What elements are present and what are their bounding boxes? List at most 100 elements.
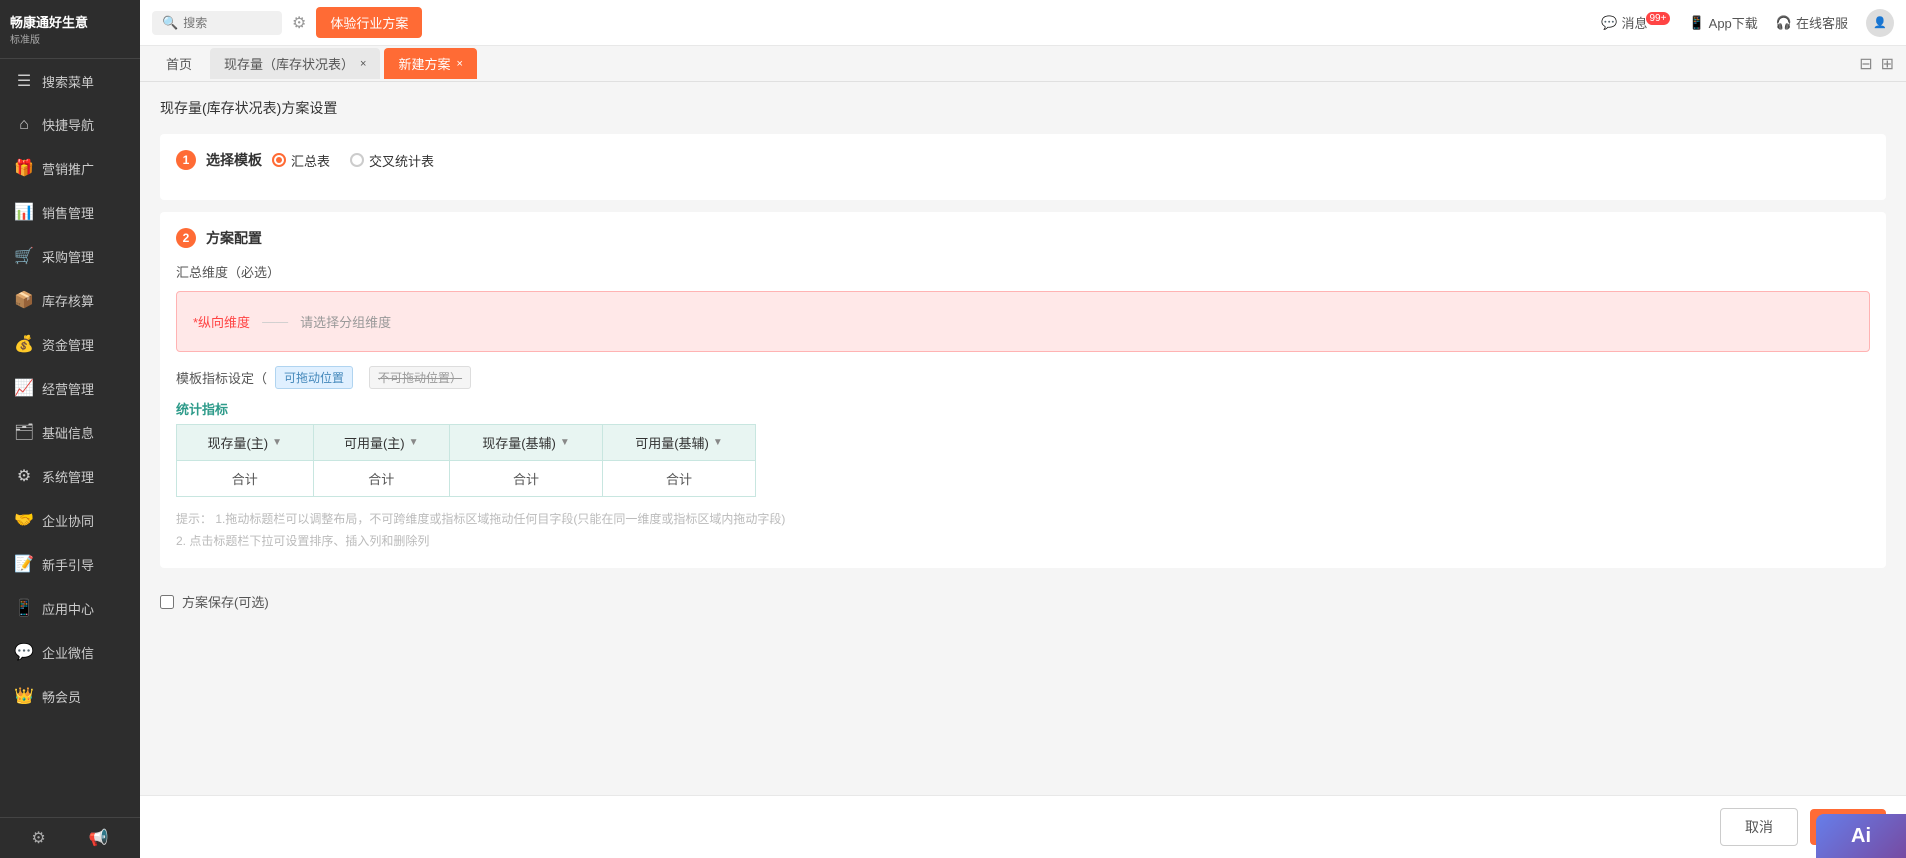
save-section: 方案保存(可选) xyxy=(160,580,1886,623)
tab-home[interactable]: 首页 xyxy=(152,48,206,79)
footer: 取消 查询 xyxy=(140,795,1906,858)
save-checkbox[interactable] xyxy=(160,595,174,609)
sidebar-item-wechat[interactable]: 💬 企业微信 xyxy=(0,630,140,674)
settings-footer-icon[interactable]: ⚙ xyxy=(31,828,45,848)
stat-cell-0-1: 合计 xyxy=(313,461,450,497)
tab-new-scheme-close[interactable]: × xyxy=(456,58,462,70)
sales-icon: 📊 xyxy=(14,202,34,222)
headset-icon: 🎧 xyxy=(1776,15,1792,31)
message-badge: 99+ xyxy=(1646,12,1671,25)
stat-col-header-3[interactable]: 可用量(基辅) ▼ xyxy=(602,425,755,461)
stat-col-header-1-label: 可用量(主) xyxy=(344,433,405,452)
sidebar-item-member[interactable]: 👑 畅会员 xyxy=(0,674,140,718)
step1-badge: 1 xyxy=(176,150,196,170)
stat-col-header-1[interactable]: 可用量(主) ▼ xyxy=(313,425,450,461)
stat-col-header-0[interactable]: 现存量(主) ▼ xyxy=(177,425,314,461)
sidebar: 畅康通好生意 标准版 ☰ 搜索菜单 ⌂ 快捷导航 🎁 营销推广 📊 销售管理 🛒… xyxy=(0,0,140,858)
hints-area: 提示： 1.拖动标题栏可以调整布局，不可跨维度或指标区域拖动任何目字段(只能在同… xyxy=(176,509,1870,552)
app-download-icon: 📱 xyxy=(1688,15,1704,31)
avatar[interactable]: 👤 xyxy=(1866,9,1894,37)
sidebar-item-purchase[interactable]: 🛒 采购管理 xyxy=(0,234,140,278)
tab-expand-icon[interactable]: ⊞ xyxy=(1881,54,1894,74)
cancel-button[interactable]: 取消 xyxy=(1720,808,1798,846)
trial-button[interactable]: 体验行业方案 xyxy=(316,7,422,38)
vertical-dim-placeholder: 请选择分组维度 xyxy=(300,312,391,331)
col2-arrow-icon: ▼ xyxy=(560,437,570,448)
stat-col-header-3-label: 可用量(基辅) xyxy=(635,433,709,452)
sidebar-item-inventory[interactable]: 📦 库存核算 xyxy=(0,278,140,322)
col3-arrow-icon: ▼ xyxy=(713,437,723,448)
operations-icon: 📈 xyxy=(14,378,34,398)
app-title: 畅康通好生意 xyxy=(10,12,130,31)
tab-minimize-icon[interactable]: ⊟ xyxy=(1859,54,1872,74)
tab-inventory-status[interactable]: 现存量（库存状况表） × xyxy=(210,48,380,79)
indicator-section: 模板指标设定（ 可拖动位置 不可拖动位置） 统计指标 现存量(主) ▼ xyxy=(176,366,1870,552)
tab-inventory-status-label: 现存量（库存状况表） xyxy=(224,54,354,73)
sidebar-item-enterprise[interactable]: 🤝 企业协同 xyxy=(0,498,140,542)
inventory-icon: 📦 xyxy=(14,290,34,310)
sidebar-item-app-center[interactable]: 📱 应用中心 xyxy=(0,586,140,630)
radio-summary[interactable]: 汇总表 xyxy=(272,151,330,170)
tabs-bar: 首页 现存量（库存状况表） × 新建方案 × ⊟ ⊞ xyxy=(140,46,1906,82)
indicator-settings-text: 模板指标设定（ xyxy=(176,368,267,387)
topbar-search[interactable]: 🔍 xyxy=(152,11,282,35)
sidebar-item-newbie[interactable]: 📝 新手引导 xyxy=(0,542,140,586)
indicator-settings-label: 模板指标设定（ 可拖动位置 不可拖动位置） xyxy=(176,366,1870,389)
ai-label: Ai xyxy=(1851,825,1871,848)
page-title: 现存量(库存状况表)方案设置 xyxy=(160,98,1886,118)
stat-cell-0-3: 合计 xyxy=(602,461,755,497)
save-label: 方案保存(可选) xyxy=(182,592,269,611)
step1-header: 1 选择模板 汇总表 交叉统计表 xyxy=(176,150,1870,170)
sidebar-item-inventory-label: 库存核算 xyxy=(42,291,94,310)
sidebar-item-purchase-label: 采购管理 xyxy=(42,247,94,266)
vertical-dim-dash: —— xyxy=(262,314,288,329)
topbar-right: 💬 消息 99+ 📱 App下载 🎧 在线客服 👤 xyxy=(1601,9,1894,37)
sidebar-item-quick-nav[interactable]: ⌂ 快捷导航 xyxy=(0,103,140,146)
search-menu-icon: ☰ xyxy=(14,71,34,91)
speaker-footer-icon[interactable]: 📢 xyxy=(89,828,109,848)
sidebar-item-sales[interactable]: 📊 销售管理 xyxy=(0,190,140,234)
app-logo: 畅康通好生意 标准版 xyxy=(0,0,140,59)
customer-service-label: 在线客服 xyxy=(1796,13,1848,32)
sidebar-item-operations-label: 经营管理 xyxy=(42,379,94,398)
topbar-gear-icon[interactable]: ⚙ xyxy=(292,13,306,33)
sidebar-item-system[interactable]: ⚙ 系统管理 xyxy=(0,454,140,498)
message-label: 消息 xyxy=(1621,13,1647,32)
radio-cross[interactable]: 交叉统计表 xyxy=(350,151,434,170)
app-version: 标准版 xyxy=(10,31,130,46)
app-center-icon: 📱 xyxy=(14,598,34,618)
sidebar-item-finance[interactable]: 💰 资金管理 xyxy=(0,322,140,366)
system-icon: ⚙ xyxy=(14,466,34,486)
stat-cell-0-0: 合计 xyxy=(177,461,314,497)
sidebar-item-search-menu[interactable]: ☰ 搜索菜单 xyxy=(0,59,140,103)
avatar-text: 👤 xyxy=(1873,16,1887,29)
unmovable-toggle: 不可拖动位置） xyxy=(369,366,471,389)
vertical-dim-required: *纵向维度 xyxy=(193,312,250,331)
stat-col-header-2[interactable]: 现存量(基辅) ▼ xyxy=(450,425,603,461)
step2-section: 2 方案配置 汇总维度（必选） *纵向维度 —— 请选择分组维度 模板指标设定（… xyxy=(160,212,1886,568)
sidebar-item-operations[interactable]: 📈 经营管理 xyxy=(0,366,140,410)
sidebar-item-app-center-label: 应用中心 xyxy=(42,599,94,618)
sidebar-item-marketing[interactable]: 🎁 营销推广 xyxy=(0,146,140,190)
radio-cross-label: 交叉统计表 xyxy=(369,151,434,170)
message-item[interactable]: 💬 消息 99+ xyxy=(1601,13,1670,32)
sidebar-item-member-label: 畅会员 xyxy=(42,687,81,706)
search-input[interactable] xyxy=(183,16,273,30)
dimension-area[interactable]: *纵向维度 —— 请选择分组维度 xyxy=(176,291,1870,352)
finance-icon: 💰 xyxy=(14,334,34,354)
app-download-item[interactable]: 📱 App下载 xyxy=(1688,13,1757,32)
radio-cross-dot xyxy=(350,153,364,167)
tab-inventory-status-close[interactable]: × xyxy=(360,58,366,70)
tab-new-scheme[interactable]: 新建方案 × xyxy=(384,48,476,79)
stat-cell-0-2: 合计 xyxy=(450,461,603,497)
sidebar-item-enterprise-label: 企业协同 xyxy=(42,511,94,530)
customer-service-item[interactable]: 🎧 在线客服 xyxy=(1776,13,1848,32)
step2-header: 2 方案配置 xyxy=(176,228,1870,248)
step1-title: 选择模板 xyxy=(206,150,262,170)
sidebar-item-base-info[interactable]: 🗂 基础信息 xyxy=(0,410,140,454)
main-area: 🔍 ⚙ 体验行业方案 💬 消息 99+ 📱 App下载 🎧 在线客服 👤 xyxy=(140,0,1906,858)
step2-badge: 2 xyxy=(176,228,196,248)
ai-badge[interactable]: Ai xyxy=(1816,814,1906,858)
stat-col-header-2-label: 现存量(基辅) xyxy=(482,433,556,452)
template-radio-group: 汇总表 交叉统计表 xyxy=(272,151,434,170)
